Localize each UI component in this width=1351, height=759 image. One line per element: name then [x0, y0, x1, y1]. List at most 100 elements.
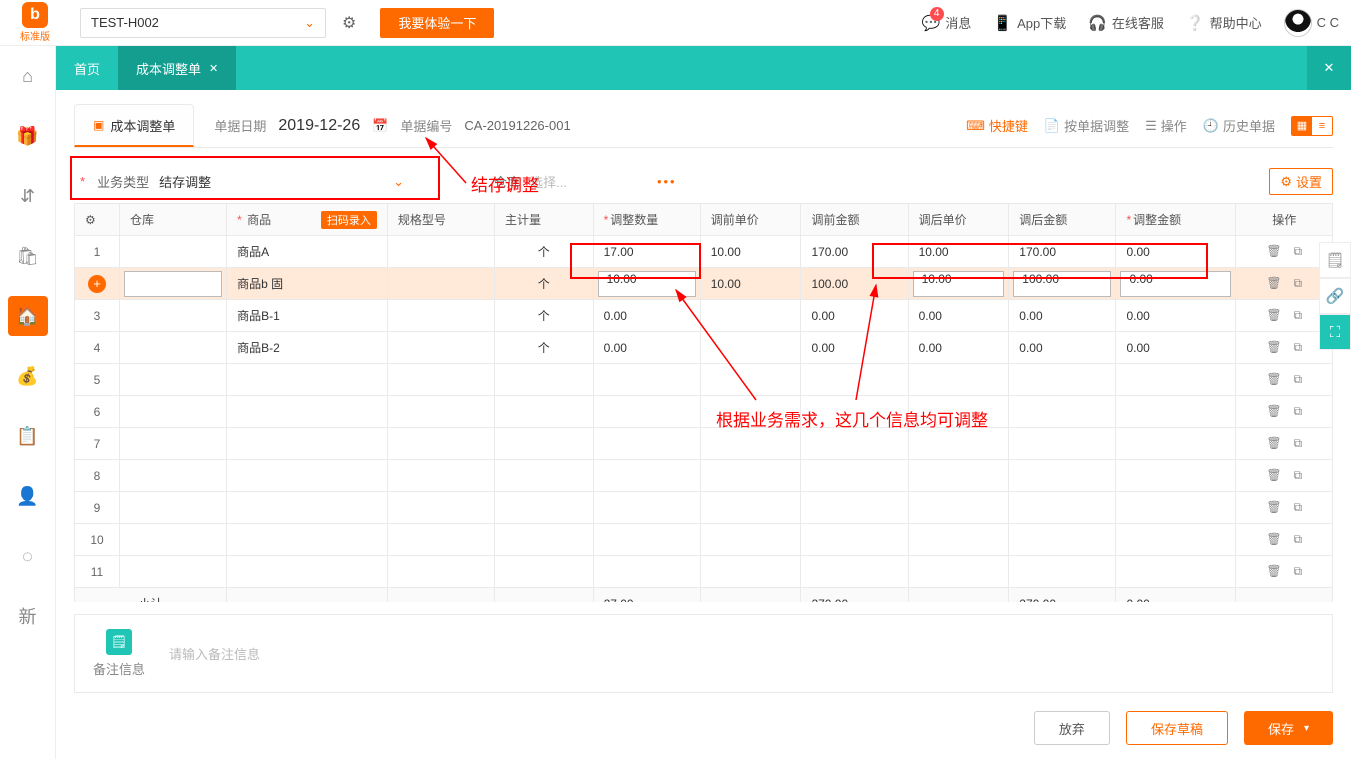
settings-label: 设置 — [1296, 172, 1322, 191]
table-row[interactable]: 1商品A个17.0010.00170.0010.00170.000.00🗑⧉ — [75, 236, 1333, 268]
logo-icon: b — [22, 2, 48, 28]
messages-link[interactable]: 💬 消息 4 — [922, 13, 972, 32]
tab-home[interactable]: 首页 — [56, 46, 118, 90]
copy-icon[interactable]: ⧉ — [1294, 276, 1303, 291]
delete-icon[interactable]: 🗑 — [1266, 244, 1281, 259]
delete-icon[interactable]: 🗑 — [1266, 500, 1281, 515]
copy-icon[interactable]: ⧉ — [1294, 500, 1303, 515]
operate-link[interactable]: ☰操作 — [1145, 116, 1187, 135]
help-link[interactable]: ❔ 帮助中心 — [1186, 13, 1262, 32]
scan-button[interactable]: 扫码录入 — [321, 211, 377, 229]
copy-icon[interactable]: ⧉ — [1294, 244, 1303, 259]
nav-contact-icon[interactable]: 👤 — [8, 476, 48, 516]
tab-cost-adjust[interactable]: 成本调整单 ✕ — [118, 46, 236, 90]
chevron-down-icon: ⌄ — [393, 174, 404, 190]
table-row[interactable]: 6🗑⧉ — [75, 396, 1333, 428]
nav-money-icon[interactable]: 💰 — [8, 356, 48, 396]
settings-icon[interactable]: ⚙ — [342, 13, 356, 33]
note-toggle-icon[interactable]: 🗒 — [1319, 242, 1351, 278]
warehouse-input[interactable]: 选择... — [530, 172, 567, 191]
demo-button[interactable]: 我要体验一下 — [380, 8, 494, 38]
table-row[interactable]: 10🗑⧉ — [75, 524, 1333, 556]
copy-icon[interactable]: ⧉ — [1294, 340, 1303, 355]
biz-type-select[interactable]: 结存调整 ⌄ — [159, 172, 404, 191]
expand-icon[interactable]: ⛶ — [1319, 314, 1351, 350]
list-view-icon[interactable]: ≡ — [1312, 117, 1332, 135]
nav-loading-icon[interactable]: ◌ — [8, 536, 48, 576]
col-warehouse: 仓库 — [120, 204, 227, 236]
warehouse-cell-input[interactable] — [124, 271, 222, 297]
copy-icon[interactable]: ⧉ — [1294, 404, 1303, 419]
table-row[interactable]: 8🗑⧉ — [75, 460, 1333, 492]
warehouse-field: 仓库 选择... — [494, 172, 567, 191]
settings-button[interactable]: ⚙ 设置 — [1269, 168, 1333, 195]
download-link[interactable]: 📱 App下载 — [993, 13, 1066, 32]
delete-icon[interactable]: 🗑 — [1266, 308, 1281, 323]
more-icon[interactable]: ••• — [657, 174, 677, 189]
remark-input[interactable]: 请输入备注信息 — [169, 644, 1318, 663]
nav-updown-icon[interactable]: ⇵ — [8, 176, 48, 216]
nav-gift-icon[interactable]: 🎁 — [8, 116, 48, 156]
delete-icon[interactable]: 🗑 — [1266, 468, 1281, 483]
service-link[interactable]: 🎧 在线客服 — [1088, 13, 1164, 32]
chevron-down-icon: ⌄ — [304, 15, 315, 31]
download-label: App下载 — [1017, 13, 1066, 32]
discard-button[interactable]: 放弃 — [1034, 711, 1110, 745]
nav-home-icon[interactable]: ⌂ — [8, 56, 48, 96]
copy-icon[interactable]: ⧉ — [1294, 308, 1303, 323]
close-icon[interactable]: ✕ — [209, 62, 218, 75]
doc-type-tab[interactable]: ▣ 成本调整单 — [74, 104, 194, 147]
cell-input[interactable]: 10.00 — [598, 271, 696, 297]
mobile-icon: 📱 — [993, 14, 1012, 32]
table-row[interactable]: 3商品B-1个0.000.000.000.000.00🗑⧉ — [75, 300, 1333, 332]
by-bill-link[interactable]: 📄按单据调整 — [1044, 116, 1129, 135]
copy-icon[interactable]: ⧉ — [1294, 468, 1303, 483]
attach-icon[interactable]: 🔗 — [1319, 278, 1351, 314]
copy-icon[interactable]: ⧉ — [1294, 532, 1303, 547]
cell-input[interactable]: 100.00 — [1013, 271, 1111, 297]
table-row[interactable]: 7🗑⧉ — [75, 428, 1333, 460]
hotkey-link[interactable]: ⌨快捷键 — [966, 116, 1028, 135]
col-adj-amt: 调整金额 — [1116, 204, 1236, 236]
tenant-select[interactable]: TEST-H002 ⌄ — [80, 8, 326, 38]
table-row[interactable]: 9🗑⧉ — [75, 492, 1333, 524]
add-row-icon[interactable]: + — [88, 275, 106, 293]
nav-bag-icon[interactable]: 🛍 — [8, 236, 48, 276]
doc-no-label: 单据编号 — [400, 116, 452, 135]
biz-type-label: 业务类型 — [97, 172, 149, 191]
copy-icon[interactable]: ⧉ — [1294, 436, 1303, 451]
view-toggle[interactable]: ▦ ≡ — [1291, 116, 1333, 136]
copy-icon[interactable]: ⧉ — [1294, 372, 1303, 387]
demo-button-label: 我要体验一下 — [398, 13, 476, 32]
history-link[interactable]: 🕘历史单据 — [1203, 116, 1275, 135]
cell-input[interactable]: 10.00 — [913, 271, 1005, 297]
save-draft-button[interactable]: 保存草稿 — [1126, 711, 1228, 745]
top-header: b 标准版 TEST-H002 ⌄ ⚙ 我要体验一下 💬 消息 4 📱 App下… — [0, 0, 1351, 46]
delete-icon[interactable]: 🗑 — [1266, 564, 1281, 579]
grid-view-icon[interactable]: ▦ — [1292, 117, 1312, 135]
table-row[interactable]: 4商品B-2个0.000.000.000.000.00🗑⧉ — [75, 332, 1333, 364]
nav-warehouse-icon[interactable]: 🏠 — [8, 296, 48, 336]
delete-icon[interactable]: 🗑 — [1266, 340, 1281, 355]
table-row[interactable]: 11🗑⧉ — [75, 556, 1333, 588]
nav-clipboard-icon[interactable]: 📋 — [8, 416, 48, 456]
user-menu[interactable]: C C — [1284, 9, 1339, 37]
delete-icon[interactable]: 🗑 — [1266, 404, 1281, 419]
help-icon: ❔ — [1186, 14, 1205, 32]
right-rail: 🗒 🔗 ⛶ — [1319, 242, 1351, 350]
delete-icon[interactable]: 🗑 — [1266, 276, 1281, 291]
nav-new-icon[interactable]: 新 — [8, 596, 48, 636]
cell-input[interactable]: 0.00 — [1120, 271, 1231, 297]
doc-date[interactable]: 2019-12-26 — [278, 117, 360, 135]
save-button[interactable]: 保存 ▾ — [1244, 711, 1333, 745]
close-all-tabs[interactable]: ✕ — [1307, 46, 1351, 90]
calendar-icon[interactable]: 📅 — [372, 118, 388, 134]
delete-icon[interactable]: 🗑 — [1266, 372, 1281, 387]
delete-icon[interactable]: 🗑 — [1266, 436, 1281, 451]
delete-icon[interactable]: 🗑 — [1266, 532, 1281, 547]
copy-icon[interactable]: ⧉ — [1294, 564, 1303, 579]
table-row[interactable]: 5🗑⧉ — [75, 364, 1333, 396]
col-config-icon[interactable]: ⚙ — [75, 204, 120, 236]
username: C C — [1317, 15, 1339, 30]
table-row[interactable]: +商品b 固个10.0010.00100.0010.00100.000.00🗑⧉ — [75, 268, 1333, 300]
